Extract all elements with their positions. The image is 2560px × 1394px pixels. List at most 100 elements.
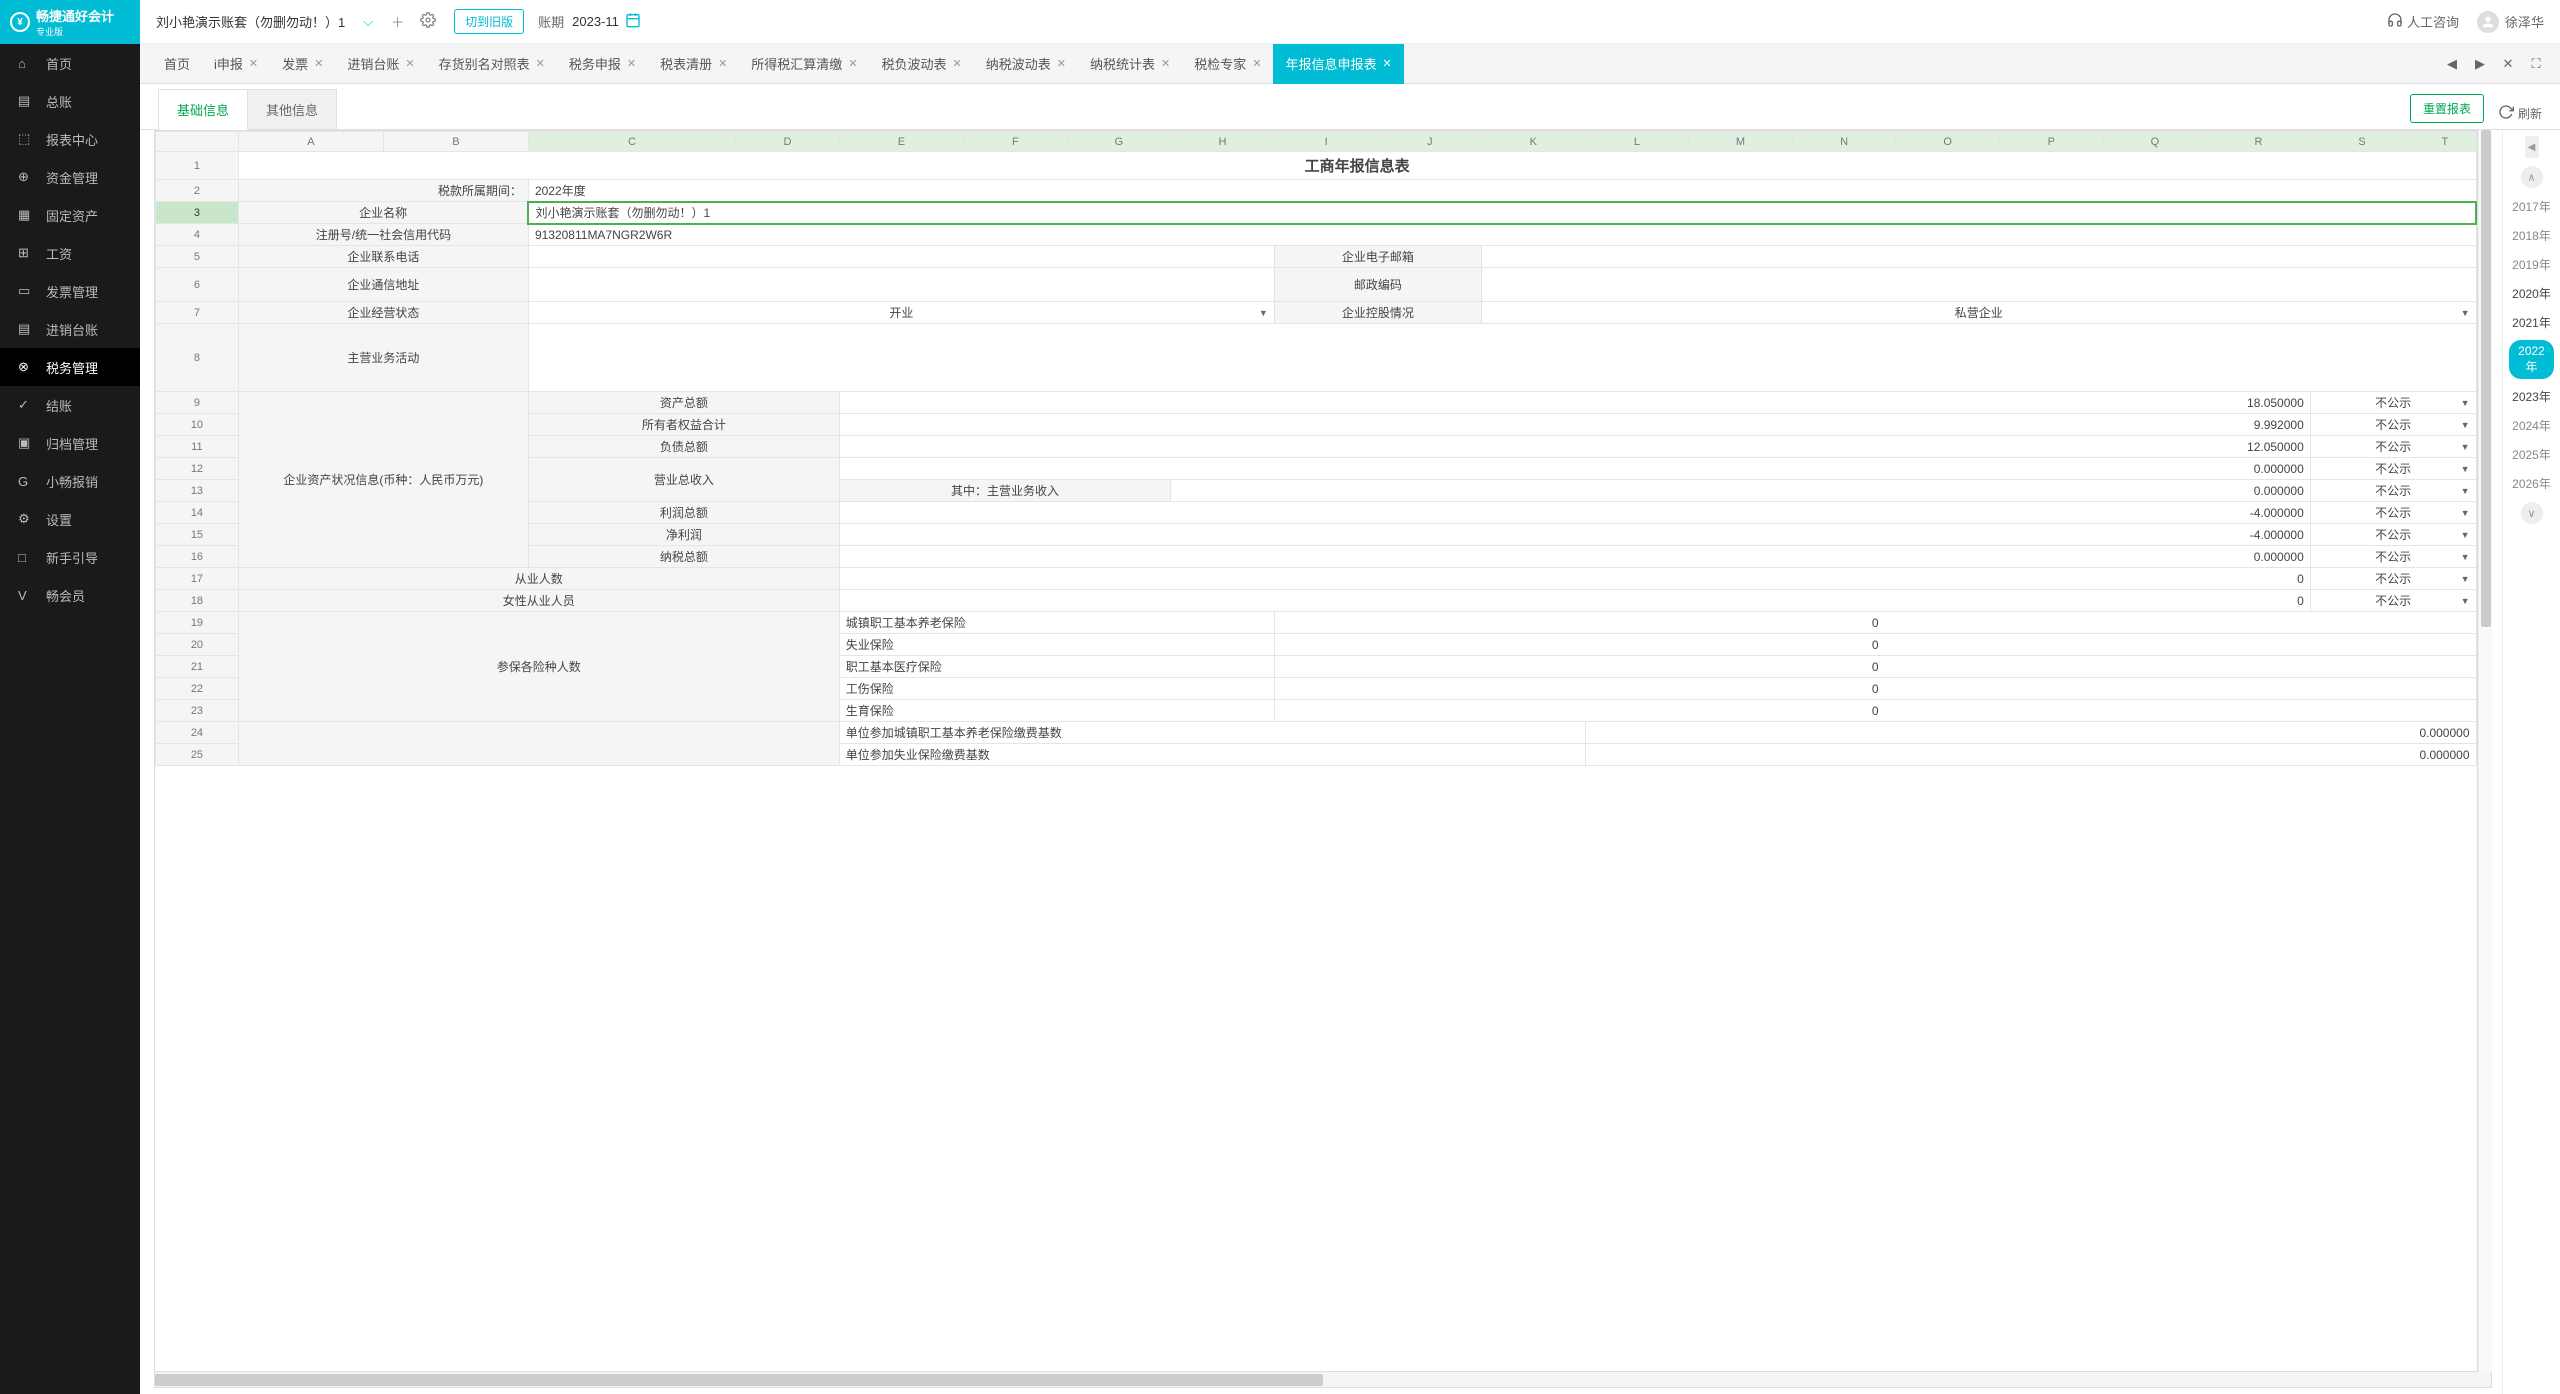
col-header[interactable]: A	[238, 132, 383, 152]
sidebar-item[interactable]: ▦固定资产	[0, 196, 140, 234]
tab[interactable]: 进销台账✕	[335, 44, 426, 84]
row-header[interactable]: 24	[156, 722, 239, 744]
cell-value[interactable]	[1482, 246, 2477, 268]
tab[interactable]: 所得税汇算清缴✕	[739, 44, 869, 84]
cell-dropdown[interactable]: 不公示	[2310, 392, 2476, 414]
tab[interactable]: 纳税统计表✕	[1078, 44, 1182, 84]
cell-dropdown[interactable]: 不公示	[2310, 546, 2476, 568]
cell-value[interactable]: -4.000000	[839, 502, 2310, 524]
row-header[interactable]: 4	[156, 224, 239, 246]
year-up-icon[interactable]: ∧	[2521, 166, 2543, 188]
sidebar-item[interactable]: ▤总账	[0, 82, 140, 120]
tab[interactable]: 存货别名对照表✕	[427, 44, 557, 84]
collapse-panel-icon[interactable]: ◀	[2525, 136, 2539, 158]
cell-dropdown[interactable]: 不公示	[2310, 524, 2476, 546]
subtab[interactable]: 基础信息	[158, 89, 248, 130]
col-header[interactable]: D	[736, 132, 840, 152]
sidebar-item[interactable]: ⬚报表中心	[0, 120, 140, 158]
row-header[interactable]: 15	[156, 524, 239, 546]
cell-selected[interactable]: 刘小艳演示账套（勿删勿动！）1	[528, 202, 2476, 224]
sidebar-item[interactable]: □新手引导	[0, 538, 140, 576]
subtab[interactable]: 其他信息	[247, 89, 337, 129]
cell-dropdown[interactable]: 不公示	[2310, 458, 2476, 480]
cell-dropdown[interactable]: 不公示	[2310, 568, 2476, 590]
tab[interactable]: 纳税波动表✕	[974, 44, 1078, 84]
vertical-scrollbar[interactable]	[2478, 130, 2492, 1372]
cell-dropdown[interactable]: 私营企业	[1482, 302, 2477, 324]
year-item[interactable]: 2018年	[2503, 221, 2560, 250]
add-account-icon[interactable]: ＋	[391, 12, 404, 31]
row-header[interactable]: 13	[156, 480, 239, 502]
row-header[interactable]: 19	[156, 612, 239, 634]
cell-value[interactable]: 0.000000	[839, 458, 2310, 480]
year-item[interactable]: 2026年	[2503, 469, 2560, 498]
sidebar-item[interactable]: ⊗税务管理	[0, 348, 140, 386]
tab[interactable]: 税表清册✕	[648, 44, 739, 84]
sidebar-item[interactable]: ▣归档管理	[0, 424, 140, 462]
col-header[interactable]: J	[1378, 132, 1482, 152]
row-header[interactable]: 14	[156, 502, 239, 524]
col-header[interactable]: B	[383, 132, 528, 152]
tab-close-icon[interactable]: ✕	[1161, 57, 1170, 70]
row-header[interactable]: 17	[156, 568, 239, 590]
row-header[interactable]: 2	[156, 180, 239, 202]
tab[interactable]: i申报✕	[202, 44, 270, 84]
tab[interactable]: 发票✕	[270, 44, 335, 84]
settings-icon[interactable]	[420, 12, 436, 31]
cell-value[interactable]: 9.992000	[839, 414, 2310, 436]
sidebar-item[interactable]: ✓结账	[0, 386, 140, 424]
cell-value[interactable]	[1482, 268, 2477, 302]
year-item[interactable]: 2023年	[2503, 382, 2560, 411]
row-header[interactable]: 16	[156, 546, 239, 568]
tab-close-icon[interactable]: ✕	[314, 57, 323, 70]
col-header[interactable]: Q	[2103, 132, 2207, 152]
col-header[interactable]: L	[1585, 132, 1689, 152]
tab-close-icon[interactable]: ✕	[627, 57, 636, 70]
horizontal-scrollbar[interactable]	[154, 1372, 2492, 1388]
corner-cell[interactable]	[156, 132, 239, 152]
cell-value[interactable]: 18.050000	[839, 392, 2310, 414]
tab-next-icon[interactable]: ▶	[2468, 52, 2492, 76]
col-header[interactable]: R	[2207, 132, 2311, 152]
col-header[interactable]: G	[1067, 132, 1171, 152]
tab-close-icon[interactable]: ✕	[1382, 57, 1391, 70]
col-header[interactable]: H	[1171, 132, 1275, 152]
year-item[interactable]: 2017年	[2503, 192, 2560, 221]
row-header[interactable]: 8	[156, 324, 239, 392]
row-header[interactable]: 23	[156, 700, 239, 722]
year-item[interactable]: 2020年	[2503, 279, 2560, 308]
tab[interactable]: 首页	[152, 44, 202, 84]
row-header[interactable]: 18	[156, 590, 239, 612]
row-header[interactable]: 22	[156, 678, 239, 700]
sidebar-item[interactable]: ⊞工资	[0, 234, 140, 272]
cell-dropdown[interactable]: 不公示	[2310, 436, 2476, 458]
col-header[interactable]: K	[1482, 132, 1586, 152]
tab[interactable]: 税负波动表✕	[870, 44, 974, 84]
tab-close-icon[interactable]: ✕	[953, 57, 962, 70]
refresh-button[interactable]: 刷新	[2498, 104, 2542, 123]
col-header[interactable]: N	[1792, 132, 1896, 152]
cell-value[interactable]: 0	[1274, 612, 2476, 634]
col-header[interactable]: P	[1999, 132, 2103, 152]
row-header[interactable]: 10	[156, 414, 239, 436]
col-header[interactable]: E	[839, 132, 963, 152]
cell-value[interactable]: 91320811MA7NGR2W6R	[528, 224, 2476, 246]
col-header[interactable]: T	[2414, 132, 2476, 152]
row-header[interactable]: 1	[156, 152, 239, 180]
tab[interactable]: 税检专家✕	[1182, 44, 1273, 84]
cell-dropdown[interactable]: 不公示	[2310, 414, 2476, 436]
row-header[interactable]: 11	[156, 436, 239, 458]
tab[interactable]: 年报信息申报表✕	[1273, 44, 1403, 84]
row-header[interactable]: 20	[156, 634, 239, 656]
row-header[interactable]: 3	[156, 202, 239, 224]
cell-value[interactable]: 0	[839, 568, 2310, 590]
col-header[interactable]: O	[1896, 132, 2000, 152]
row-header[interactable]: 9	[156, 392, 239, 414]
year-item[interactable]: 2021年	[2503, 308, 2560, 337]
cell-value[interactable]: 0	[1274, 656, 2476, 678]
col-header[interactable]: S	[2310, 132, 2414, 152]
cell-value[interactable]	[528, 324, 2476, 392]
sidebar-item[interactable]: ⚙设置	[0, 500, 140, 538]
spreadsheet[interactable]: ABCDEFGHIJKLMNOPQRST 1工商年报信息表 2税款所属期间：20…	[154, 130, 2478, 1372]
cell-value[interactable]: 0	[1274, 700, 2476, 722]
